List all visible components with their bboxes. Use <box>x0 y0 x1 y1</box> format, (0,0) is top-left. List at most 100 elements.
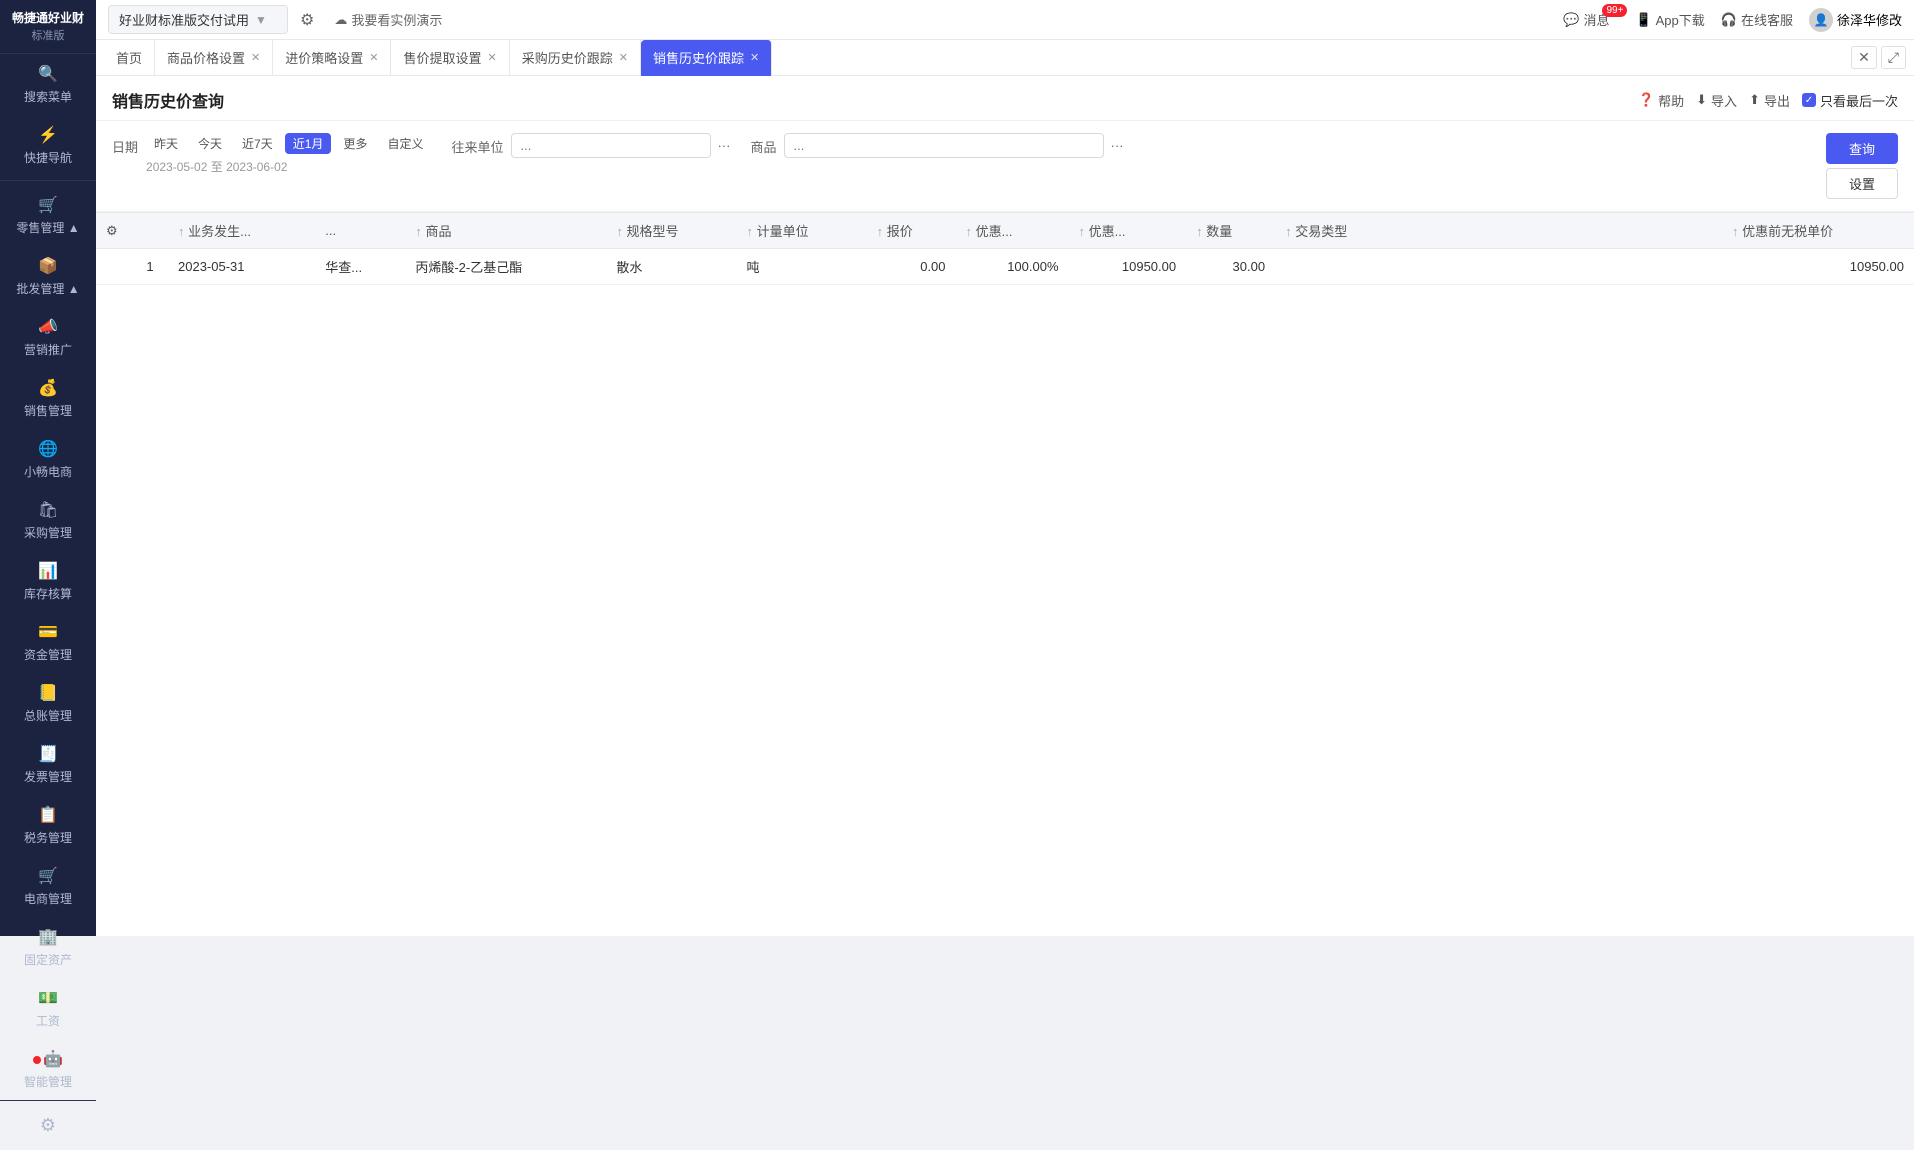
sidebar-item-invoice[interactable]: 🧾 发票管理 <box>0 734 96 795</box>
th-more[interactable]: ... <box>315 213 405 249</box>
phone-icon: 📱 <box>1635 12 1651 28</box>
row-index: 1 <box>132 249 168 285</box>
tab-sales-history-close[interactable]: ✕ <box>750 51 759 64</box>
source-input[interactable] <box>511 133 711 158</box>
sidebar-item-inventory[interactable]: 📊 库存核算 <box>0 551 96 612</box>
help-button[interactable]: ❓ 帮助 <box>1638 91 1684 110</box>
help-label: 帮助 <box>1658 91 1684 110</box>
tab-price-settings[interactable]: 商品价格设置 ✕ <box>155 40 273 76</box>
headset-icon: 🎧 <box>1721 12 1737 28</box>
sidebar-item-ledger[interactable]: 📒 总账管理 <box>0 673 96 734</box>
th-unit[interactable]: ↑ 计量单位 <box>736 213 866 249</box>
tab-strategy-settings-label: 进价策略设置 <box>285 48 363 67</box>
sidebar-item-tax[interactable]: 📋 税务管理 <box>0 795 96 856</box>
only-last-checkbox[interactable]: ✓ 只看最后一次 <box>1802 91 1898 110</box>
avatar: 👤 <box>1809 8 1833 32</box>
product-more-button[interactable]: ··· <box>1110 138 1123 153</box>
row-trade-type <box>1275 249 1405 285</box>
tab-price-settings-close[interactable]: ✕ <box>251 51 260 64</box>
tab-purchase-history-close[interactable]: ✕ <box>619 51 628 64</box>
sort-asc-icon8: ↑ <box>1196 224 1203 239</box>
th-discount2[interactable]: ↑ 优惠... <box>1069 213 1187 249</box>
tab-home[interactable]: 首页 <box>104 40 155 76</box>
row-product: 丙烯酸-2-乙基己酯 <box>405 249 606 285</box>
messages-button[interactable]: 💬 消息 99+ <box>1563 10 1619 29</box>
invoice-icon: 🧾 <box>38 744 58 764</box>
settings-button[interactable]: 设置 <box>1826 168 1898 199</box>
th-biz-date[interactable]: ↑ 业务发生... <box>168 213 315 249</box>
marketing-icon: 📣 <box>38 317 58 337</box>
sidebar: 畅捷通好业财 标准版 🔍 搜索菜单 ⚡ 快捷导航 🛒 零售管理 ▲ 📦 批发管理… <box>0 0 96 936</box>
th-spec[interactable]: ↑ 规格型号 <box>606 213 736 249</box>
product-selector[interactable]: 好业财标准版交付试用 ▼ <box>108 5 288 34</box>
search-button[interactable]: 查询 <box>1826 133 1898 164</box>
sidebar-item-label: 智能管理 <box>24 1073 72 1090</box>
date-btn-yesterday[interactable]: 昨天 <box>146 133 186 154</box>
tab-strategy-settings[interactable]: 进价策略设置 ✕ <box>273 40 391 76</box>
sidebar-item-salary[interactable]: 💵 工资 <box>0 978 96 1039</box>
sidebar-item-wholesale[interactable]: 📦 批发管理 ▲ <box>0 246 96 307</box>
sidebar-item-quick-nav[interactable]: ⚡ 快捷导航 <box>0 115 96 176</box>
demo-button[interactable]: ☁ 我要看实例演示 <box>334 10 442 29</box>
close-tab-button[interactable]: ✕ <box>1851 46 1877 69</box>
sort-asc-icon9: ↑ <box>1285 224 1292 239</box>
purchase-icon: 🛍 <box>38 500 58 520</box>
import-button[interactable]: ⬇ 导入 <box>1696 91 1737 110</box>
sidebar-item-finance[interactable]: 💳 资金管理 <box>0 612 96 673</box>
th-quantity[interactable]: ↑ 数量 <box>1186 213 1275 249</box>
online-service-button[interactable]: 🎧 在线客服 <box>1721 10 1793 29</box>
inventory-icon: 📊 <box>38 561 58 581</box>
th-spacer <box>1405 213 1722 249</box>
app-download-label: App下载 <box>1656 10 1705 29</box>
tab-sale-extract[interactable]: 售价提取设置 ✕ <box>391 40 509 76</box>
row-gear <box>96 249 132 285</box>
sidebar-item-sales[interactable]: 💰 销售管理 <box>0 368 96 429</box>
sidebar-item-label: 销售管理 <box>24 402 72 419</box>
maximize-tab-button[interactable]: ⤢ <box>1881 46 1906 69</box>
online-service-label: 在线客服 <box>1741 10 1793 29</box>
sidebar-item-smart[interactable]: 🤖 智能管理 <box>0 1039 96 1100</box>
th-gear[interactable]: ⚙ <box>96 213 132 249</box>
chevron-down-icon: ▼ <box>255 13 267 27</box>
date-btn-1month[interactable]: 近1月 <box>285 133 332 154</box>
assets-icon: 🏢 <box>38 927 58 947</box>
import-icon: ⬇ <box>1696 92 1707 108</box>
app-download-button[interactable]: 📱 App下载 <box>1635 10 1704 29</box>
source-more-button[interactable]: ··· <box>717 138 730 153</box>
th-product[interactable]: ↑ 商品 <box>405 213 606 249</box>
date-btn-7days[interactable]: 近7天 <box>234 133 281 154</box>
tab-purchase-history[interactable]: 采购历史价跟踪 ✕ <box>510 40 641 76</box>
sort-asc-icon: ↑ <box>178 224 185 239</box>
sidebar-item-label: 营销推广 <box>24 341 72 358</box>
sort-asc-icon5: ↑ <box>877 224 884 239</box>
sidebar-item-search[interactable]: 🔍 搜索菜单 <box>0 54 96 115</box>
topbar: 好业财标准版交付试用 ▼ ⚙ ☁ 我要看实例演示 💬 消息 99+ 📱 App下… <box>96 0 1914 40</box>
sidebar-item-label: 采购管理 <box>24 524 72 541</box>
date-btn-custom[interactable]: 自定义 <box>379 133 431 154</box>
user-menu[interactable]: 👤 徐泽华修改 <box>1809 8 1902 32</box>
sidebar-item-assets[interactable]: 🏢 固定资产 <box>0 917 96 978</box>
sidebar-item-retail[interactable]: 🛒 零售管理 ▲ <box>0 185 96 246</box>
sidebar-item-ecomm[interactable]: 🛒 电商管理 <box>0 856 96 917</box>
tab-sales-history[interactable]: 销售历史价跟踪 ✕ <box>641 40 772 76</box>
th-price[interactable]: ↑ 报价 <box>867 213 956 249</box>
sidebar-item-purchase[interactable]: 🛍 采购管理 <box>0 490 96 551</box>
sidebar-item-label: 电商管理 <box>24 890 72 907</box>
date-btn-today[interactable]: 今天 <box>190 133 230 154</box>
gear-icon: ⚙ <box>106 223 118 238</box>
date-btn-more[interactable]: 更多 <box>335 133 375 154</box>
th-trade-type[interactable]: ↑ 交易类型 <box>1275 213 1405 249</box>
tab-sale-extract-close[interactable]: ✕ <box>488 51 497 64</box>
settings-gear-icon[interactable]: ⚙ <box>34 1109 62 1142</box>
product-input[interactable] <box>784 133 1104 158</box>
quicknav-icon: ⚡ <box>38 125 58 145</box>
checkbox-icon: ✓ <box>1802 93 1816 107</box>
topbar-settings-icon[interactable]: ⚙ <box>296 6 318 34</box>
tab-strategy-settings-close[interactable]: ✕ <box>369 51 378 64</box>
date-filter-group: 日期 昨天 今天 近7天 近1月 更多 自定义 2023-05-02 至 202… <box>112 133 431 175</box>
sidebar-item-ecoms[interactable]: 🌐 小畅电商 <box>0 429 96 490</box>
export-button[interactable]: ⬆ 导出 <box>1749 91 1790 110</box>
th-pretax-price[interactable]: ↑ 优惠前无税单价 <box>1722 213 1914 249</box>
sidebar-item-marketing[interactable]: 📣 营销推广 <box>0 307 96 368</box>
th-discount1[interactable]: ↑ 优惠... <box>956 213 1069 249</box>
